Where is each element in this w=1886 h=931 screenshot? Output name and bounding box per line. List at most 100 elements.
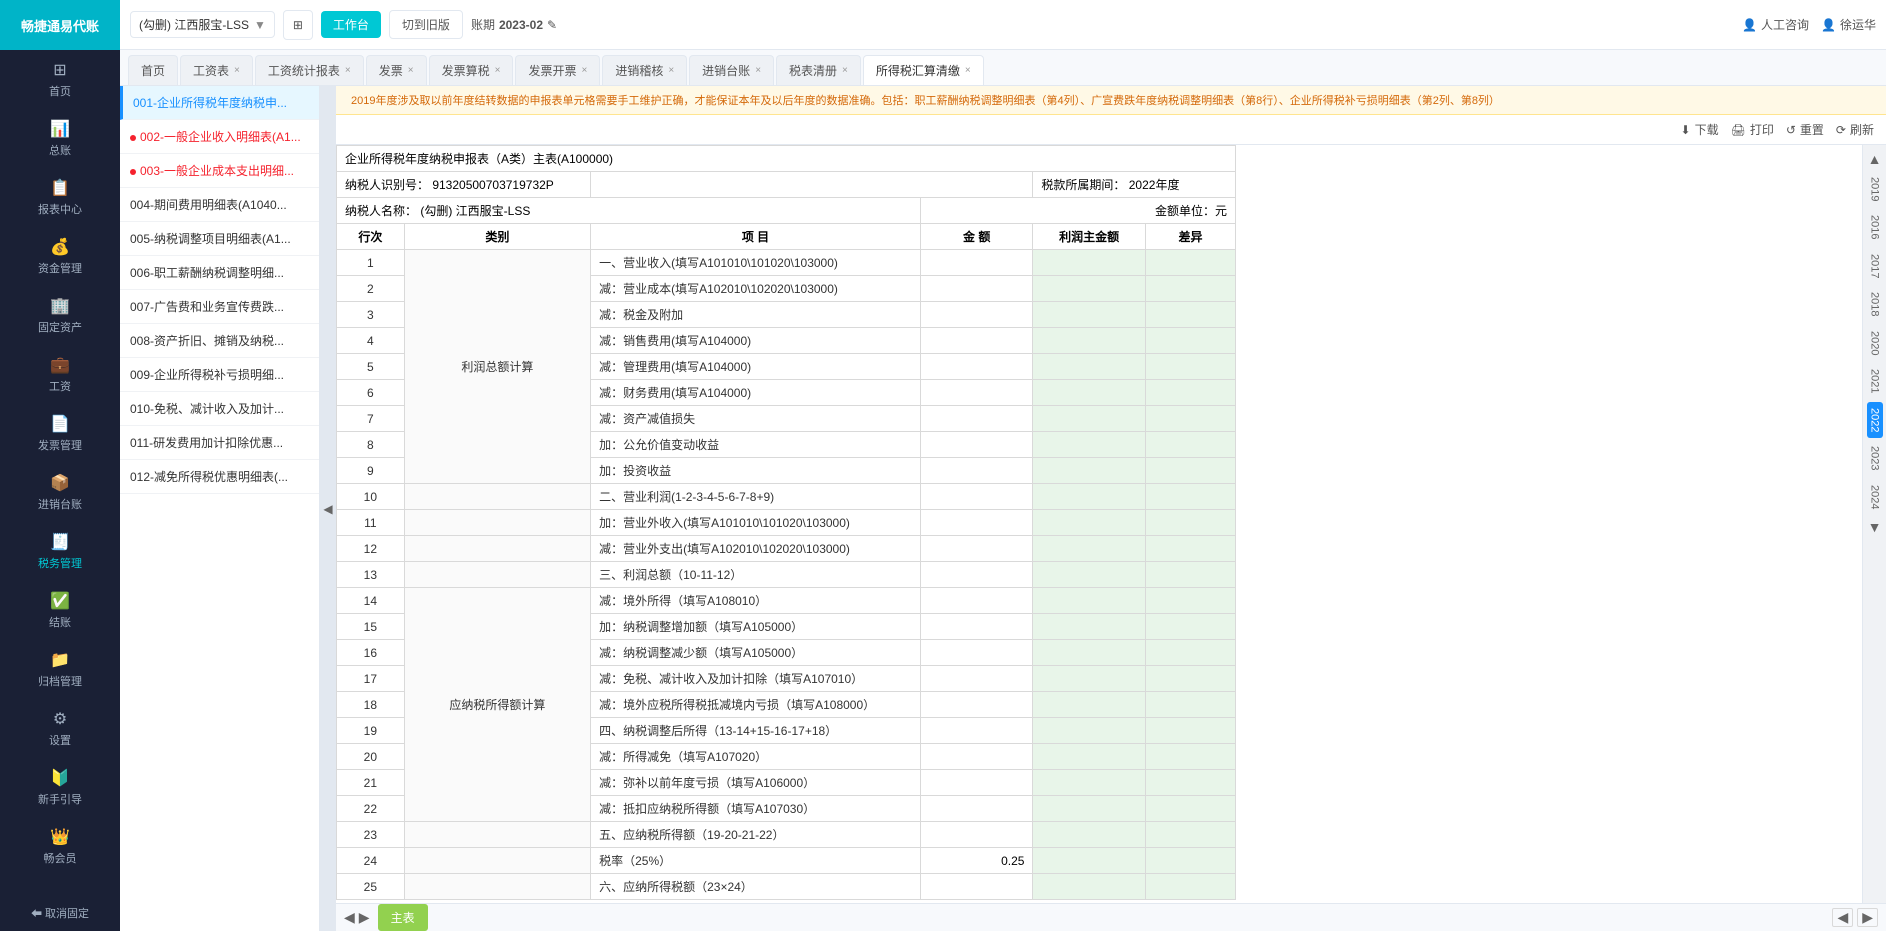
tab-进销台账[interactable]: 进销台账×: [689, 55, 774, 85]
tab-工资统计报表[interactable]: 工资统计报表×: [255, 55, 364, 85]
company-selector[interactable]: (勾删) 江西服宝-LSS ▼: [130, 11, 275, 38]
profit-amount-cell[interactable]: [1033, 822, 1146, 848]
diff-cell[interactable]: [1145, 276, 1235, 302]
year-nav-2018[interactable]: 2018: [1867, 286, 1883, 322]
diff-cell[interactable]: [1145, 640, 1235, 666]
workstation-button[interactable]: 工作台: [321, 11, 381, 38]
diff-cell[interactable]: [1145, 718, 1235, 744]
profit-amount-cell[interactable]: [1033, 328, 1146, 354]
left-panel-item-002[interactable]: 002-一般企业收入明细表(A1...: [120, 120, 319, 154]
profit-amount-cell[interactable]: [1033, 302, 1146, 328]
diff-cell[interactable]: [1145, 432, 1235, 458]
tab-工资表[interactable]: 工资表×: [180, 55, 253, 85]
profit-amount-cell[interactable]: [1033, 796, 1146, 822]
ai-consult-button[interactable]: 👤 人工咨询: [1742, 16, 1809, 33]
amount-cell[interactable]: [920, 666, 1033, 692]
diff-cell[interactable]: [1145, 562, 1235, 588]
diff-cell[interactable]: [1145, 250, 1235, 276]
sidebar-item-member[interactable]: 👑畅会员: [0, 817, 120, 876]
amount-cell[interactable]: [920, 380, 1033, 406]
sidebar-item-fund-management[interactable]: 💰资金管理: [0, 227, 120, 286]
diff-cell[interactable]: [1145, 536, 1235, 562]
diff-cell[interactable]: [1145, 848, 1235, 874]
left-panel-item-007[interactable]: 007-广告费和业务宣传费跌...: [120, 290, 319, 324]
amount-cell[interactable]: [920, 588, 1033, 614]
topbar-copy-icon[interactable]: ⊞: [283, 10, 313, 40]
profit-amount-cell[interactable]: [1033, 406, 1146, 432]
year-nav-down[interactable]: ▼: [1866, 517, 1884, 537]
amount-cell[interactable]: [920, 744, 1033, 770]
diff-cell[interactable]: [1145, 614, 1235, 640]
amount-cell[interactable]: [920, 874, 1033, 900]
tab-close-icon[interactable]: ×: [755, 65, 761, 76]
year-nav-2017[interactable]: 2017: [1867, 248, 1883, 284]
tab-close-icon[interactable]: ×: [408, 65, 414, 76]
sidebar-item-settlement[interactable]: ✅结账: [0, 581, 120, 640]
amount-cell[interactable]: [920, 302, 1033, 328]
year-nav-2020[interactable]: 2020: [1867, 325, 1883, 361]
diff-cell[interactable]: [1145, 328, 1235, 354]
diff-cell[interactable]: [1145, 484, 1235, 510]
amount-cell[interactable]: [920, 770, 1033, 796]
sheet-scroll-right[interactable]: ▶: [1857, 908, 1878, 927]
tab-首页[interactable]: 首页: [128, 55, 178, 85]
diff-cell[interactable]: [1145, 302, 1235, 328]
profit-amount-cell[interactable]: [1033, 718, 1146, 744]
diff-cell[interactable]: [1145, 744, 1235, 770]
download-button[interactable]: ⬇ 下载: [1681, 121, 1719, 138]
left-panel-item-001[interactable]: 001-企业所得税年度纳税申...: [120, 86, 319, 120]
switch-old-button[interactable]: 切到旧版: [389, 10, 463, 39]
profit-amount-cell[interactable]: [1033, 276, 1146, 302]
diff-cell[interactable]: [1145, 354, 1235, 380]
tab-所得税汇算清缴[interactable]: 所得税汇算清缴×: [863, 55, 984, 85]
year-nav-2023[interactable]: 2023: [1867, 440, 1883, 476]
reset-button[interactable]: ↺ 重置: [1786, 121, 1824, 138]
diff-cell[interactable]: [1145, 822, 1235, 848]
amount-cell[interactable]: [920, 276, 1033, 302]
diff-cell[interactable]: [1145, 666, 1235, 692]
diff-cell[interactable]: [1145, 874, 1235, 900]
left-panel-item-003[interactable]: 003-一般企业成本支出明细...: [120, 154, 319, 188]
diff-cell[interactable]: [1145, 796, 1235, 822]
sidebar-item-archive[interactable]: 📁归档管理: [0, 640, 120, 699]
profit-amount-cell[interactable]: [1033, 484, 1146, 510]
sidebar-item-payroll[interactable]: 💼工资: [0, 345, 120, 404]
diff-cell[interactable]: [1145, 588, 1235, 614]
amount-cell[interactable]: [920, 250, 1033, 276]
tab-发票[interactable]: 发票×: [366, 55, 427, 85]
diff-cell[interactable]: [1145, 458, 1235, 484]
diff-cell[interactable]: [1145, 692, 1235, 718]
profit-amount-cell[interactable]: [1033, 354, 1146, 380]
sidebar-item-home[interactable]: ⊞首页: [0, 50, 120, 109]
amount-cell[interactable]: [920, 536, 1033, 562]
amount-cell[interactable]: [920, 614, 1033, 640]
diff-cell[interactable]: [1145, 380, 1235, 406]
user-profile[interactable]: 👤 徐运华: [1821, 16, 1876, 33]
tab-close-icon[interactable]: ×: [668, 65, 674, 76]
sidebar-item-purchase-sales[interactable]: 📦进销台账: [0, 463, 120, 522]
year-nav-2019[interactable]: 2019: [1867, 171, 1883, 207]
profit-amount-cell[interactable]: [1033, 510, 1146, 536]
sheet-next-button[interactable]: ▶: [359, 909, 370, 926]
amount-cell[interactable]: [920, 432, 1033, 458]
profit-amount-cell[interactable]: [1033, 432, 1146, 458]
period-edit-icon[interactable]: ✎: [547, 18, 557, 32]
profit-amount-cell[interactable]: [1033, 536, 1146, 562]
sheet-tab-main[interactable]: 主表: [378, 904, 428, 931]
profit-amount-cell[interactable]: [1033, 380, 1146, 406]
sidebar-item-report-center[interactable]: 📋报表中心: [0, 168, 120, 227]
left-panel-item-012[interactable]: 012-减免所得税优惠明细表(...: [120, 460, 319, 494]
left-panel-item-006[interactable]: 006-职工薪酬纳税调整明细...: [120, 256, 319, 290]
collapse-button[interactable]: ◀: [320, 86, 336, 931]
amount-cell[interactable]: 0.25: [920, 848, 1033, 874]
year-nav-2024[interactable]: 2024: [1867, 479, 1883, 515]
sheet-scroll-left[interactable]: ◀: [1832, 908, 1853, 927]
profit-amount-cell[interactable]: [1033, 588, 1146, 614]
sidebar-item-invoice[interactable]: 📄发票管理: [0, 404, 120, 463]
sidebar-item-general-ledger[interactable]: 📊总账: [0, 109, 120, 168]
profit-amount-cell[interactable]: [1033, 458, 1146, 484]
profit-amount-cell[interactable]: [1033, 250, 1146, 276]
sheet-prev-button[interactable]: ◀: [344, 909, 355, 926]
left-panel-item-010[interactable]: 010-免税、减计收入及加计...: [120, 392, 319, 426]
profit-amount-cell[interactable]: [1033, 770, 1146, 796]
